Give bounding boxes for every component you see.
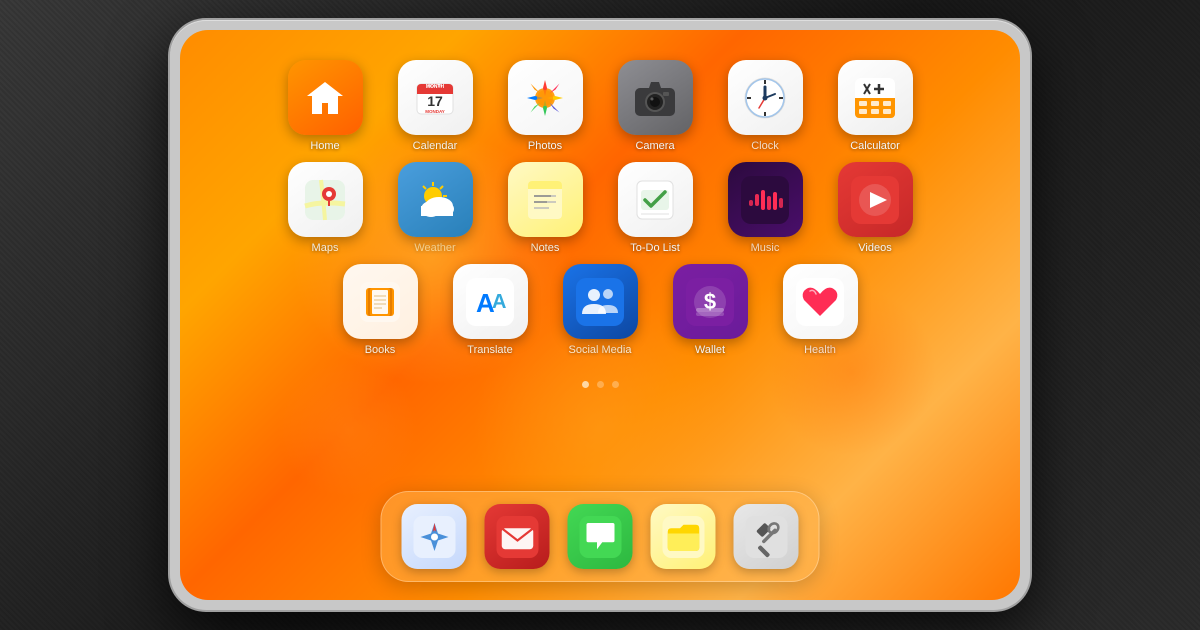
app-home[interactable]: Home <box>280 60 370 152</box>
app-grid: Home MONTH MONTH 17 MONDAY <box>180 30 1020 376</box>
page-dot-2[interactable] <box>597 381 604 388</box>
page-indicator <box>180 381 1020 388</box>
app-clock[interactable]: Clock <box>720 60 810 152</box>
app-wallet[interactable]: $ Wallet <box>665 264 755 356</box>
app-health[interactable]: Health <box>775 264 865 356</box>
app-todo[interactable]: To-Do List <box>610 162 700 254</box>
page-dot-1[interactable] <box>582 381 589 388</box>
app-calculator[interactable]: Calculator <box>830 60 920 152</box>
page-dot-3[interactable] <box>612 381 619 388</box>
svg-text:MONDAY: MONDAY <box>425 109 445 114</box>
app-videos[interactable]: Videos <box>830 162 920 254</box>
dock-app-messages[interactable] <box>568 504 633 569</box>
app-camera[interactable]: Camera <box>610 60 700 152</box>
app-dock <box>381 491 820 582</box>
dock-app-mail[interactable] <box>485 504 550 569</box>
app-weather[interactable]: Weather <box>390 162 480 254</box>
dock-app-compass[interactable] <box>402 504 467 569</box>
home-screen: Home MONTH MONTH 17 MONDAY <box>180 30 1020 600</box>
app-social[interactable]: Social Media <box>555 264 645 356</box>
app-photos[interactable]: Photos <box>500 60 590 152</box>
app-books[interactable]: Books <box>335 264 425 356</box>
dock-app-tools[interactable] <box>734 504 799 569</box>
svg-text:A: A <box>492 291 506 313</box>
tablet-device: Home MONTH MONTH 17 MONDAY <box>170 20 1030 610</box>
svg-text:17: 17 <box>427 93 443 109</box>
app-music[interactable]: Music <box>720 162 810 254</box>
app-translate[interactable]: A A Translate <box>445 264 535 356</box>
app-notes[interactable]: Notes <box>500 162 590 254</box>
svg-text:MONTH: MONTH <box>428 83 443 88</box>
app-row-1: Home MONTH MONTH 17 MONDAY <box>280 60 920 152</box>
dock-app-files[interactable] <box>651 504 716 569</box>
app-maps[interactable]: Maps <box>280 162 370 254</box>
app-calendar[interactable]: MONTH MONTH 17 MONDAY Calendar <box>390 60 480 152</box>
app-row-2: Maps <box>280 162 920 254</box>
app-row-3: Books A A Translate <box>335 264 865 356</box>
